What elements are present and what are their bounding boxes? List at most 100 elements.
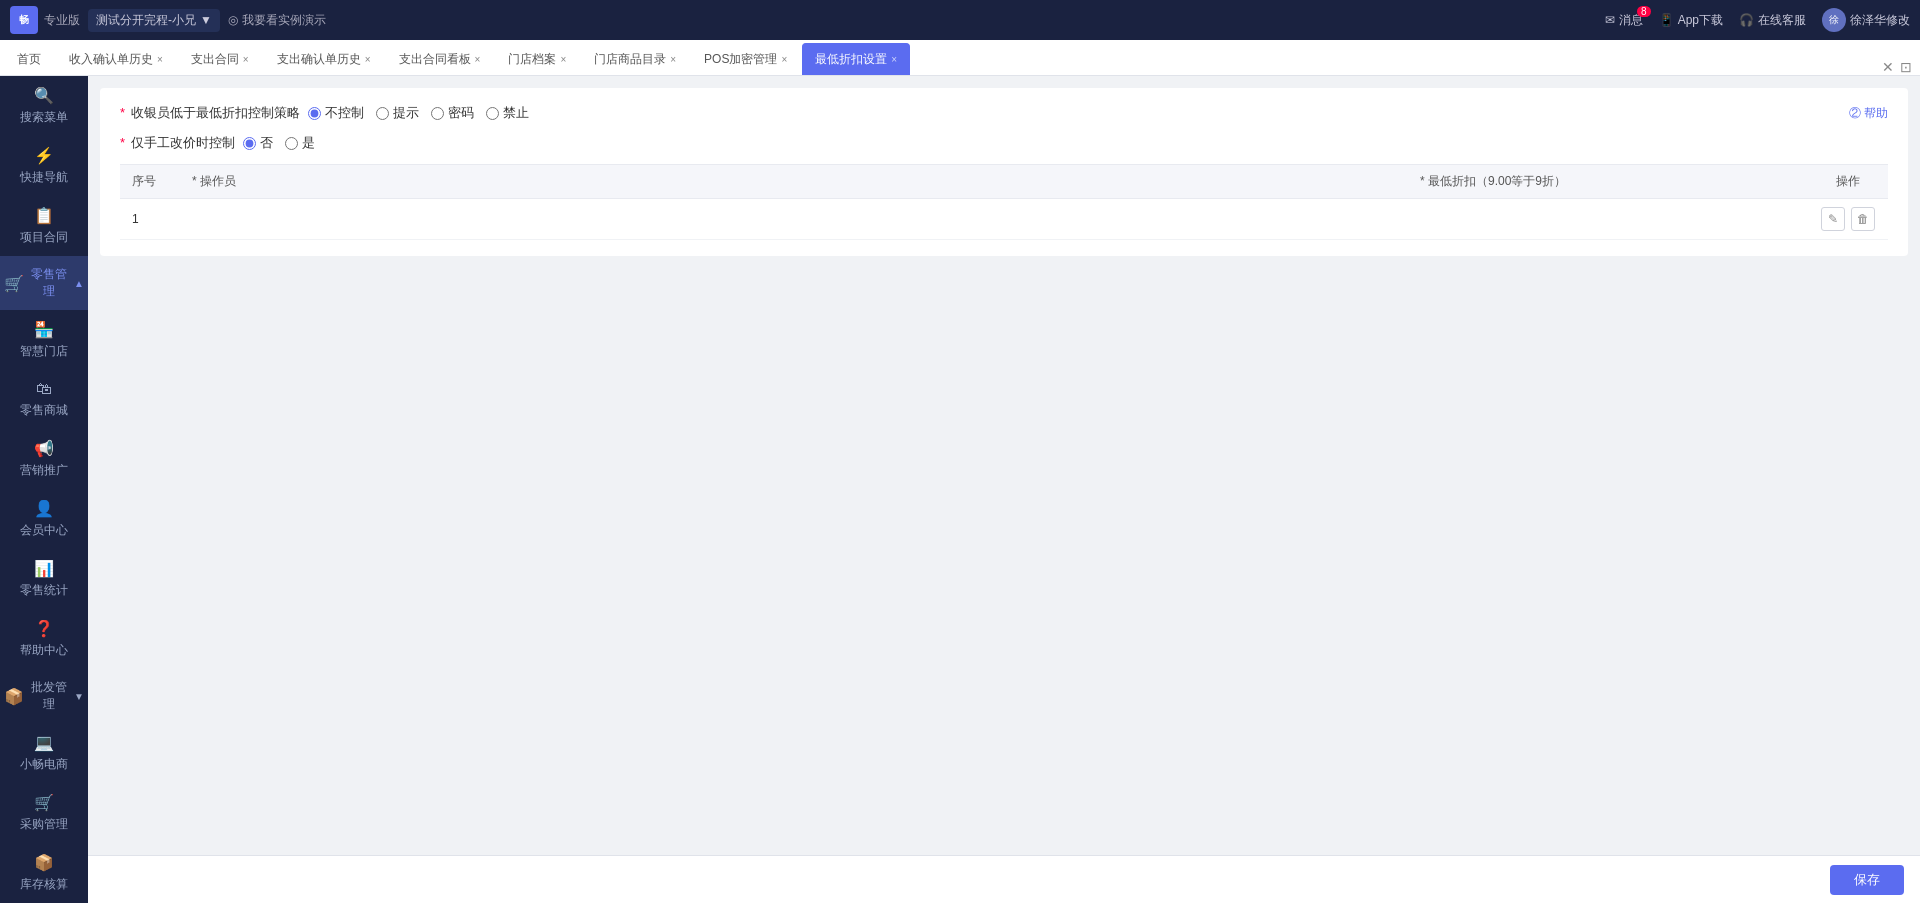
tab-close-payment_confirm[interactable]: × [365,54,371,65]
tab-close-min_discount[interactable]: × [891,54,897,65]
discount-policy-option-hint[interactable]: 提示 [376,104,419,122]
search-icon: 🔍 [34,86,54,105]
marketing-icon: 📢 [34,439,54,458]
sidebar-item-purchase[interactable]: 🛒采购管理 [0,783,88,843]
tab-label-payment_contract: 支出合同 [191,51,239,68]
sidebar-item-search[interactable]: 🔍 搜索菜单 [0,76,88,136]
page-footer: 保存 [88,855,1920,903]
discount-policy-row: * 收银员低于最低折扣控制策略 不控制 提示 密码禁止 ② 帮助 [120,104,1888,122]
manual-price-label: * 仅手工改价时控制 [120,134,235,152]
retail-icon: 🛒 [4,274,24,293]
sidebar-item-online_store[interactable]: 🛍零售商城 [0,370,88,429]
sidebar-label-search: 搜索菜单 [20,109,68,126]
col-header-seq: 序号 [120,165,180,199]
discount-policy-option-no_control[interactable]: 不控制 [308,104,364,122]
row-discount-0 [1408,199,1808,240]
tab-pos_password[interactable]: POS加密管理× [691,43,800,75]
sidebar-item-shortcut[interactable]: ⚡快捷导航 [0,136,88,196]
sidebar-item-marketing[interactable]: 📢 营销推广 [0,429,88,489]
dropdown-icon: ▼ [200,13,212,27]
tab-home[interactable]: 首页 [4,43,54,75]
tab-close-pos_password[interactable]: × [781,54,787,65]
project-name: 测试分开完程-小兄 [96,12,196,29]
tab-store_catalog[interactable]: 门店商品目录× [581,43,689,75]
sidebar-item-wholesale[interactable]: 📦批发管理▼ [0,669,88,723]
manual-price-radio-group: 否是 [243,134,315,152]
sidebar-item-member[interactable]: 👤会员中心 [0,489,88,549]
col-header-operator: * 操作员 [180,165,1408,199]
discount-policy-label-no_control: 不控制 [325,104,364,122]
sidebar-label-marketing: 营销推广 [20,462,68,479]
sidebar-label-smart_store: 智慧门店 [20,343,68,360]
tab-close-payment_board[interactable]: × [475,54,481,65]
manual-price-row: * 仅手工改价时控制 否是 [120,134,1888,152]
sidebar-item-ecommerce[interactable]: 💻小畅电商 [0,723,88,783]
avatar: 徐 [1822,8,1846,32]
sidebar-label-shortcut: 快捷导航 [20,169,68,186]
sidebar-label-member: 会员中心 [20,522,68,539]
sidebar-item-inventory[interactable]: 📦库存核算 [0,843,88,903]
help-link[interactable]: ② 帮助 [1849,105,1888,122]
sidebar-item-help[interactable]: ❓帮助中心 [0,609,88,669]
table-row: 1 ✎ 🗑 [120,199,1888,240]
discount-policy-option-password[interactable]: 密码 [431,104,474,122]
tab-close-store_catalog[interactable]: × [670,54,676,65]
topbar-left: 畅 专业版 测试分开完程-小兄 ▼ ◎ 我要看实例演示 [10,6,326,34]
sidebar-item-project[interactable]: 📋项目合同 [0,196,88,256]
retail_stat-icon: 📊 [34,559,54,578]
discount-policy-radio-no_control[interactable] [308,107,321,120]
manual-price-option-yes[interactable]: 是 [285,134,315,152]
discount-policy-option-forbid[interactable]: 禁止 [486,104,529,122]
sidebar-item-retail[interactable]: 🛒零售管理▲ [0,256,88,310]
discount-policy-label-hint: 提示 [393,104,419,122]
sidebar-item-smart_store[interactable]: 🏪智慧门店 [0,310,88,370]
expand-tab-btn[interactable]: ⊡ [1900,59,1912,75]
message-badge: 8 [1637,6,1651,17]
edit-btn-0[interactable]: ✎ [1821,207,1845,231]
page-content: * 收银员低于最低折扣控制策略 不控制 提示 密码禁止 ② 帮助 * 仅手工改价时控… [88,76,1920,855]
tab-close-store_file[interactable]: × [560,54,566,65]
tab-label-home: 首页 [17,51,41,68]
demo-link[interactable]: ◎ 我要看实例演示 [228,12,326,29]
tab-payment_board[interactable]: 支出合同看板× [386,43,494,75]
content-area: * 收银员低于最低折扣控制策略 不控制 提示 密码禁止 ② 帮助 * 仅手工改价时控… [88,76,1920,903]
sidebar-label-inventory: 库存核算 [20,876,68,893]
tab-label-store_file: 门店档案 [508,51,556,68]
user-area[interactable]: 徐 徐泽华修改 [1822,8,1910,32]
sidebar-label-retail: 零售管理 [26,266,72,300]
delete-btn-0[interactable]: 🗑 [1851,207,1875,231]
support-btn[interactable]: 🎧 在线客服 [1739,12,1806,29]
sidebar-items-container: 🔍 搜索菜单 ⚡快捷导航📋项目合同🛒零售管理▲🏪智慧门店🛍零售商城 📢 营销推广 👤会员中… [0,76,88,903]
discount-policy-radio-forbid[interactable] [486,107,499,120]
manual-price-radio-no[interactable] [243,137,256,150]
tab-close-payment_contract[interactable]: × [243,54,249,65]
manual-price-label-yes: 是 [302,134,315,152]
save-button[interactable]: 保存 [1830,865,1904,895]
discount-policy-radio-password[interactable] [431,107,444,120]
discount-policy-label-password: 密码 [448,104,474,122]
project-icon: 📋 [34,206,54,225]
sidebar-label-purchase: 采购管理 [20,816,68,833]
table-body: 1 ✎ 🗑 [120,199,1888,240]
manual-price-option-no[interactable]: 否 [243,134,273,152]
tab-payment_contract[interactable]: 支出合同 × [178,43,262,75]
tabbar-actions: ✕ ⊡ [1878,59,1916,75]
tab-min_discount[interactable]: 最低折扣设置 × [802,43,910,75]
support-label: 在线客服 [1758,12,1806,29]
app-download-btn[interactable]: 📱 App下载 [1659,12,1723,29]
tab-store_file[interactable]: 门店档案 × [495,43,579,75]
project-selector[interactable]: 测试分开完程-小兄 ▼ [88,9,220,32]
message-btn[interactable]: ✉ 消息 8 [1605,12,1643,29]
discount-policy-radio-hint[interactable] [376,107,389,120]
discount-policy-label: * 收银员低于最低折扣控制策略 [120,104,300,122]
sidebar-item-retail_stat[interactable]: 📊零售统计 [0,549,88,609]
tab-income_confirm[interactable]: 收入确认单历史× [56,43,176,75]
tabs-container: 首页收入确认单历史×支出合同×支出确认单历史×支出合同看板×门店档案×门店商品目… [4,43,912,75]
discount-table: 序号* 操作员* 最低折扣（9.00等于9折）操作 1 ✎ 🗑 [120,164,1888,240]
tab-label-min_discount: 最低折扣设置 [815,51,887,68]
sidebar: 🔍 搜索菜单 ⚡快捷导航📋项目合同🛒零售管理▲🏪智慧门店🛍零售商城 📢 营销推广 👤会员中… [0,76,88,903]
tab-payment_confirm[interactable]: 支出确认单历史× [264,43,384,75]
tab-close-income_confirm[interactable]: × [157,54,163,65]
close-tab-btn[interactable]: ✕ [1882,59,1894,75]
manual-price-radio-yes[interactable] [285,137,298,150]
